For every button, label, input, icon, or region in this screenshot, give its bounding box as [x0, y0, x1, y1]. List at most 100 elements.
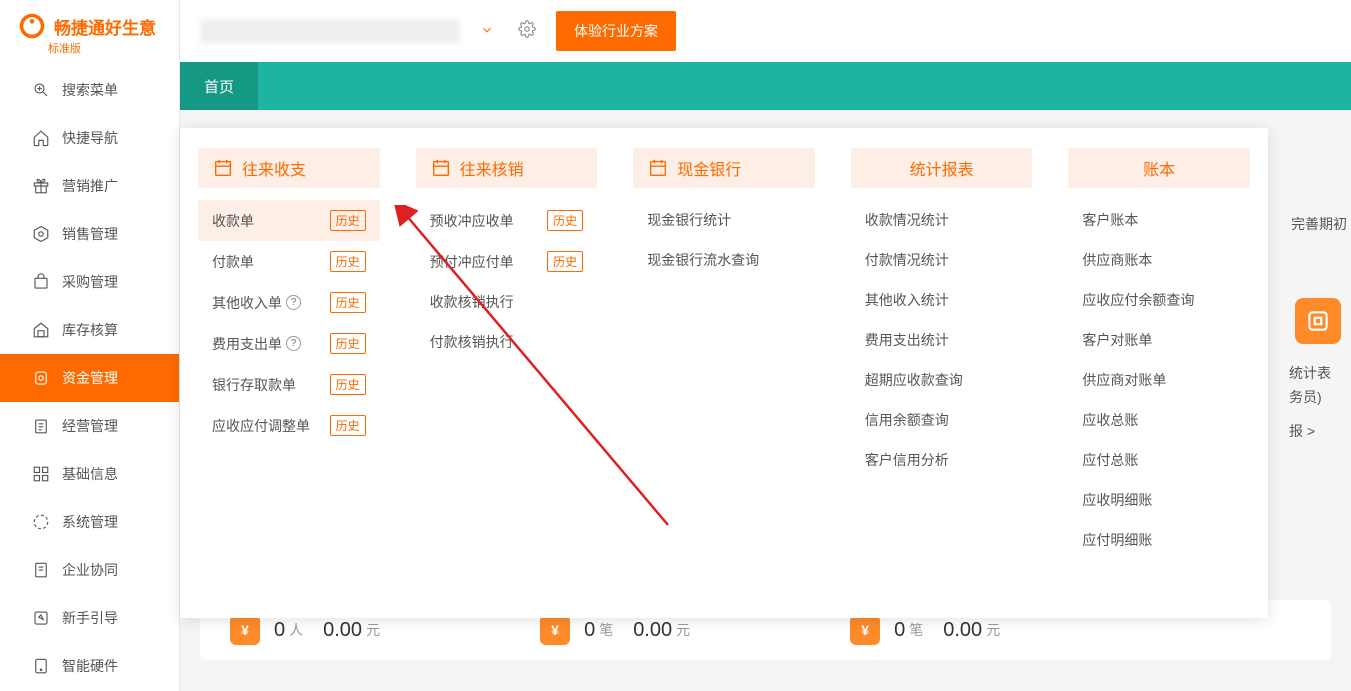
megamenu-item[interactable]: 客户对账单: [1068, 320, 1250, 360]
tab-bar: 首页: [180, 62, 1351, 110]
megamenu-item[interactable]: 收款情况统计: [851, 200, 1033, 240]
tag-icon: [32, 225, 50, 243]
megamenu-item[interactable]: 信用余额查询: [851, 400, 1033, 440]
megamenu-item[interactable]: 银行存取款单 历史: [198, 364, 380, 405]
summary-count: 0: [274, 619, 285, 642]
megamenu-item[interactable]: 供应商账本: [1068, 240, 1250, 280]
megamenu-item-label: 预收冲应收单: [430, 211, 514, 231]
megamenu-item[interactable]: 应收总账: [1068, 400, 1250, 440]
history-badge[interactable]: 历史: [330, 251, 366, 272]
megamenu-item[interactable]: 收款核销执行: [416, 282, 598, 322]
sidebar-item-label: 营销推广: [62, 176, 118, 196]
column-header-title: 账本: [1143, 156, 1175, 180]
megamenu-item[interactable]: 预付冲应付单历史: [416, 241, 598, 282]
summary-amount: 0.00: [943, 619, 982, 642]
gear-icon[interactable]: [514, 16, 540, 47]
help-icon[interactable]: ?: [286, 295, 301, 310]
sidebar-item-10[interactable]: 企业协同: [0, 546, 179, 594]
megamenu-item[interactable]: 客户账本: [1068, 200, 1250, 240]
history-badge[interactable]: 历史: [330, 415, 366, 436]
megamenu-item-label: 应收总账: [1082, 410, 1138, 430]
gift-icon: [32, 177, 50, 195]
sidebar-item-label: 库存核算: [62, 320, 118, 340]
grid-icon: [32, 465, 50, 483]
brand-title: 畅捷通好生意: [54, 14, 156, 39]
chevron-down-icon[interactable]: [476, 19, 498, 44]
megamenu-item[interactable]: 应付总账: [1068, 440, 1250, 480]
megamenu-item-label: 收款核销执行: [430, 292, 514, 312]
megamenu-item[interactable]: 付款核销执行: [416, 322, 598, 362]
column-header-title: 往来收支: [242, 156, 306, 180]
megamenu-column-header: 现金银行: [633, 148, 815, 188]
history-badge[interactable]: 历史: [330, 333, 366, 354]
history-badge[interactable]: 历史: [330, 374, 366, 395]
help-icon[interactable]: ?: [286, 336, 301, 351]
sidebar-item-11[interactable]: 新手引导: [0, 594, 179, 642]
megamenu-item-label: 费用支出统计: [865, 330, 949, 350]
megamenu-item[interactable]: 费用支出单?历史: [198, 323, 380, 364]
history-badge[interactable]: 历史: [547, 251, 583, 272]
sidebar-item-label: 基础信息: [62, 464, 118, 484]
megamenu-item[interactable]: 费用支出统计: [851, 320, 1033, 360]
megamenu-column-2: 现金银行现金银行统计现金银行流水查询: [615, 148, 833, 598]
trial-plan-button[interactable]: 体验行业方案: [556, 11, 676, 51]
megamenu-item[interactable]: 应收明细账: [1068, 480, 1250, 520]
sidebar-item-label: 搜索菜单: [62, 80, 118, 100]
megamenu-item[interactable]: 应收应付余额查询: [1068, 280, 1250, 320]
megamenu-item[interactable]: 预收冲应收单 历史: [416, 200, 598, 241]
float-report-link[interactable]: 报 >: [1285, 409, 1351, 453]
megamenu-item[interactable]: 现金银行统计: [633, 200, 815, 240]
summary-amount: 0.00: [323, 619, 362, 642]
sidebar-item-2[interactable]: 营销推广: [0, 162, 179, 210]
clipboard-icon: [32, 417, 50, 435]
device-icon: [32, 657, 50, 675]
megamenu-item-label: 现金银行统计: [647, 210, 731, 230]
sidebar-item-4[interactable]: 采购管理: [0, 258, 179, 306]
megamenu-item-label: 收款单: [212, 211, 254, 231]
megamenu-item[interactable]: 付款情况统计: [851, 240, 1033, 280]
megamenu-item-label: 银行存取款单: [212, 375, 296, 395]
float-shortcut-icon[interactable]: [1295, 298, 1341, 344]
sidebar-item-12[interactable]: 智能硬件: [0, 642, 179, 690]
peek-complete-initial[interactable]: 完善期初: [1287, 210, 1351, 238]
history-badge[interactable]: 历史: [330, 292, 366, 313]
history-badge[interactable]: 历史: [547, 210, 583, 231]
sidebar-item-9[interactable]: 系统管理: [0, 498, 179, 546]
megamenu-item[interactable]: 现金银行流水查询: [633, 240, 815, 280]
sidebar-item-6[interactable]: 资金管理: [0, 354, 179, 402]
megamenu-item-label: 现金银行流水查询: [647, 250, 759, 270]
search-icon: [32, 81, 50, 99]
summary-count-unit: 笔: [599, 620, 613, 640]
megamenu-item[interactable]: 其他收入统计: [851, 280, 1033, 320]
megamenu-item[interactable]: 供应商对账单: [1068, 360, 1250, 400]
sidebar-item-1[interactable]: 快捷导航: [0, 114, 179, 162]
summary-item-1: ¥0笔0.00元: [540, 615, 690, 645]
megamenu-item[interactable]: 应付明细账: [1068, 520, 1250, 560]
float-text-line2: 务员): [1285, 386, 1351, 410]
company-selector-redacted[interactable]: [200, 19, 460, 43]
sidebar-item-0[interactable]: 搜索菜单: [0, 66, 179, 114]
home-icon: [32, 129, 50, 147]
megamenu-item-label: 应付明细账: [1082, 530, 1152, 550]
summary-amount-unit: 元: [676, 620, 690, 640]
tab-home[interactable]: 首页: [180, 62, 258, 110]
sidebar-item-7[interactable]: 经营管理: [0, 402, 179, 450]
megamenu-column-3: 统计报表收款情况统计付款情况统计其他收入统计费用支出统计超期应收款查询信用余额查…: [833, 148, 1051, 598]
history-badge[interactable]: 历史: [330, 210, 366, 231]
megamenu-item[interactable]: 其他收入单?历史: [198, 282, 380, 323]
megamenu-item[interactable]: 超期应收款查询: [851, 360, 1033, 400]
megamenu-item[interactable]: 客户信用分析: [851, 440, 1033, 480]
megamenu-item[interactable]: 付款单历史: [198, 241, 380, 282]
sidebar-item-label: 资金管理: [62, 368, 118, 388]
megamenu-item[interactable]: 应收应付调整单历史: [198, 405, 380, 446]
megamenu-column-header: 往来核销: [416, 148, 598, 188]
megamenu-item-label: 信用余额查询: [865, 410, 949, 430]
sidebar-item-5[interactable]: 库存核算: [0, 306, 179, 354]
sidebar-item-label: 系统管理: [62, 512, 118, 532]
megamenu-item[interactable]: 收款单 历史: [198, 200, 380, 241]
column-header-title: 统计报表: [910, 156, 974, 180]
sidebar-item-3[interactable]: 销售管理: [0, 210, 179, 258]
sidebar-item-8[interactable]: 基础信息: [0, 450, 179, 498]
sidebar-menu: 搜索菜单快捷导航营销推广销售管理采购管理库存核算资金管理经营管理基础信息系统管理…: [0, 66, 179, 690]
megamenu-item-label: 供应商账本: [1082, 250, 1152, 270]
